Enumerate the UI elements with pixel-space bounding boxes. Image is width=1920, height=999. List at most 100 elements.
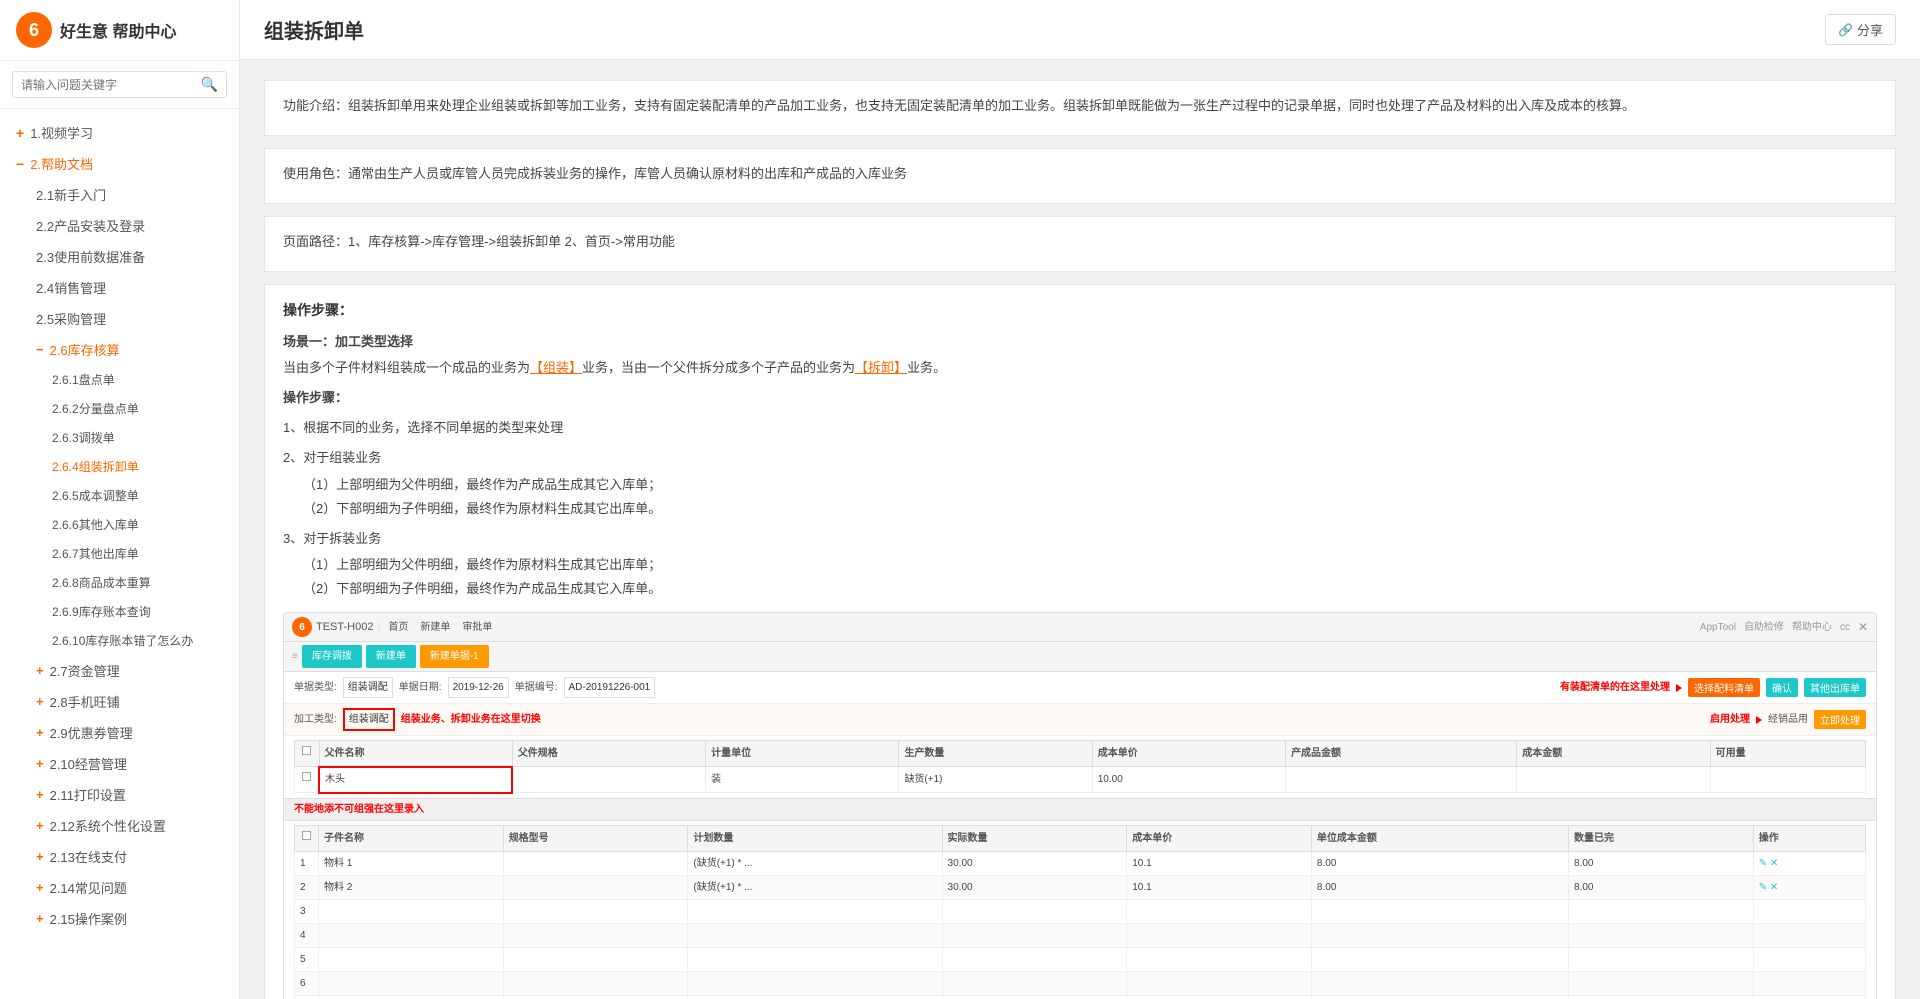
sidebar-item-cases[interactable]: + 2.15操作案例 [0, 903, 239, 934]
sidebar-item-docs[interactable]: − 2.帮助文档 [0, 148, 239, 179]
sidebar-item-sales[interactable]: 2.4销售管理 [0, 272, 239, 303]
sc-field2: 经销品用 [1768, 711, 1808, 728]
sidebar-item-2.6.8[interactable]: 2.6.8商品成本重算 [0, 568, 239, 597]
logo-area: 6 好生意 帮助中心 [0, 0, 239, 61]
sc-row1-ops[interactable]: ✎ ✕ [1759, 858, 1779, 869]
step3-1: （1）上部明细为父件明细，最终作为原材料生成其它出库单； [303, 554, 1877, 576]
sc-lower-select-all[interactable] [302, 831, 311, 840]
sidebar-item-mobile[interactable]: + 2.8手机旺铺 [0, 686, 239, 717]
sidebar-item-purchase[interactable]: 2.5采购管理 [0, 303, 239, 334]
sidebar-item-pay[interactable]: + 2.13在线支付 [0, 841, 239, 872]
sc-lower-row-5: 5 [295, 947, 1866, 971]
plus-icon-coupon: + [36, 725, 44, 740]
sc-row-checkbox[interactable] [302, 772, 311, 781]
sc-topbar-left: 6 TEST-H002 | 首页 新建单 审批单 [292, 617, 496, 637]
role-text: 使用角色：通常由生产人员或库管人员完成拆装业务的操作，库管人员确认原材料的出库和… [283, 163, 1877, 185]
sc-select-all[interactable] [302, 746, 311, 755]
sidebar-item-2.6.10[interactable]: 2.6.10库存账本错了怎么办 [0, 626, 239, 655]
sc-lower-row-2: 2 物料 2 (缺货(+1) * ... 30.00 10.1 8.00 8.0… [295, 875, 1866, 899]
sc-doc-type-value: 组装调配 [343, 677, 393, 698]
sc-btn-other-out[interactable]: 其他出库单 [1804, 678, 1866, 697]
step2-2: （2）下部明细为子件明细，最终作为原材料生成其它出库单。 [303, 498, 1877, 520]
scene1-title: 场景一：加工类型选择 [283, 334, 413, 349]
step1-block: 1、根据不同的业务，选择不同单据的类型来处理 [283, 417, 1877, 439]
search-box: 🔍 [12, 71, 227, 98]
sidebar-item-2.6.4[interactable]: 2.6.4组装拆卸单 [0, 452, 239, 481]
sidebar-item-new[interactable]: 2.1新手入门 [0, 179, 239, 210]
sidebar-item-inventory[interactable]: − 2.6库存核算 [0, 334, 239, 365]
sc-right-app: AppTool [1700, 619, 1736, 636]
sc-lower-col-unit-cost: 单位成本金额 [1311, 825, 1568, 851]
screenshot: 6 TEST-H002 | 首页 新建单 审批单 AppTool 自助检修 帮助… [283, 612, 1877, 999]
sc-lower-col-ops: 操作 [1753, 825, 1865, 851]
sc-btn-apply[interactable]: 立即处理 [1814, 710, 1866, 729]
sidebar-item-coupon[interactable]: + 2.9优惠券管理 [0, 717, 239, 748]
step3: 3、对于拆装业务 [283, 528, 1877, 550]
sidebar-item-finance[interactable]: + 2.7资金管理 [0, 655, 239, 686]
sc-tab-inventory[interactable]: 库存调拨 [302, 645, 362, 668]
sc-col-parent-spec: 父件规格 [512, 741, 705, 767]
plus-icon-print: + [36, 787, 44, 802]
sidebar-item-print[interactable]: + 2.11打印设置 [0, 779, 239, 810]
sc-brand: TEST-H002 [316, 618, 373, 637]
sc-annotation1: 有装配清单的在这里处理 [1560, 679, 1670, 696]
sc-lower-col-actual-qty: 实际数量 [942, 825, 1127, 851]
sidebar-item-2.6.3[interactable]: 2.6.3调拨单 [0, 423, 239, 452]
logo-text: 好生意 帮助中心 [60, 18, 176, 42]
sc-row2-ops[interactable]: ✎ ✕ [1759, 882, 1779, 893]
sidebar-item-faq[interactable]: + 2.14常见问题 [0, 872, 239, 903]
sidebar-item-data[interactable]: 2.3使用前数据准备 [0, 241, 239, 272]
sc-col-avail: 可用量 [1710, 741, 1865, 767]
sc-docno-label: 单据编号: [515, 679, 558, 696]
sidebar-item-2.6.5[interactable]: 2.6.5成本调整单 [0, 481, 239, 510]
sc-right-help: 帮助中心 [1792, 619, 1832, 636]
search-icon[interactable]: 🔍 [201, 76, 218, 93]
sc-nav-tab-approval[interactable]: 审批单 [458, 619, 496, 636]
sc-form-row1: 单据类型: 组装调配 单据日期: 2019-12-26 单据编号: AD-201… [284, 672, 1876, 704]
sc-btn-match[interactable]: 选择配料清单 [1688, 678, 1760, 697]
intro-card: 功能介绍：组装拆卸单用来处理企业组装或拆卸等加工业务，支持有固定装配清单的产品加… [264, 80, 1896, 136]
sc-new-doc-btn[interactable]: 新建单据-1 [420, 645, 489, 668]
sidebar-item-2.6.1[interactable]: 2.6.1盘点单 [0, 365, 239, 394]
sidebar-item-2.6.7[interactable]: 2.6.7其他出库单 [0, 539, 239, 568]
minus-icon-inv: − [36, 342, 44, 357]
sc-docno-value: AD-20191226-001 [564, 677, 656, 698]
sc-tab-new-doc[interactable]: 新建单 [366, 645, 416, 668]
sc-btn-confirm[interactable]: 确认 [1766, 678, 1798, 697]
sc-nav-tab-new[interactable]: 新建单 [416, 619, 454, 636]
plus-icon: + [16, 125, 24, 141]
ops-title: 操作步骤： [283, 299, 1877, 323]
sc-upper-table-row: 木头 装 缺货(+1) 10.00 [295, 767, 1866, 793]
content-area: 功能介绍：组装拆卸单用来处理企业组装或拆卸等加工业务，支持有固定装配清单的产品加… [240, 60, 1920, 999]
sidebar-item-video[interactable]: + 1.视频学习 [0, 117, 239, 148]
plus-icon-finance: + [36, 663, 44, 678]
sc-close-icon[interactable]: ✕ [1858, 617, 1868, 637]
sidebar-item-2.6.2[interactable]: 2.6.2分量盘点单 [0, 394, 239, 423]
sc-nav-tab-home[interactable]: 首页 [384, 619, 412, 636]
sc-side-icons: ≡ [292, 648, 298, 665]
plus-icon-faq: + [36, 880, 44, 895]
sc-lower-col-done: 数量已完 [1569, 825, 1754, 851]
sidebar-item-sys[interactable]: + 2.12系统个性化设置 [0, 810, 239, 841]
sc-sidebar-icon: ≡ [292, 648, 298, 665]
sc-process-type-value: 组装调配 [343, 708, 395, 731]
sc-lower-row-1: 1 物料 1 (缺货(+1) * ... 30.00 10.1 8.00 8.0… [295, 851, 1866, 875]
step3-block: 3、对于拆装业务 （1）上部明细为父件明细，最终作为原材料生成其它出库单； （2… [283, 528, 1877, 600]
sc-right-check: 自助检修 [1744, 619, 1784, 636]
search-input[interactable] [21, 78, 201, 92]
sidebar-item-ops[interactable]: + 2.10经营管理 [0, 748, 239, 779]
step3-sub: （1）上部明细为父件明细，最终作为原材料生成其它出库单； （2）下部明细为子件明… [283, 554, 1877, 600]
share-button[interactable]: 🔗 分享 [1825, 14, 1896, 45]
sidebar-item-2.6.9[interactable]: 2.6.9库存账本查询 [0, 597, 239, 626]
sc-annotation4: 启用处理 [1710, 711, 1750, 728]
sc-col-parent-name: 父件名称 [319, 741, 512, 767]
sc-lower-row-6: 6 [295, 971, 1866, 995]
sc-col-checkbox [295, 741, 320, 767]
sc-topbar-divider1: | [377, 618, 380, 637]
sc-annotation2: 组装业务、拆卸业务在这里切换 [401, 711, 541, 728]
sidebar-item-2.6.6[interactable]: 2.6.6其他入库单 [0, 510, 239, 539]
sidebar-item-install[interactable]: 2.2产品安装及登录 [0, 210, 239, 241]
sc-process-type-label: 加工类型: [294, 711, 337, 728]
sc-col-cost-price: 成本单价 [1092, 741, 1285, 767]
sc-lower-col-spec: 规格型号 [503, 825, 688, 851]
